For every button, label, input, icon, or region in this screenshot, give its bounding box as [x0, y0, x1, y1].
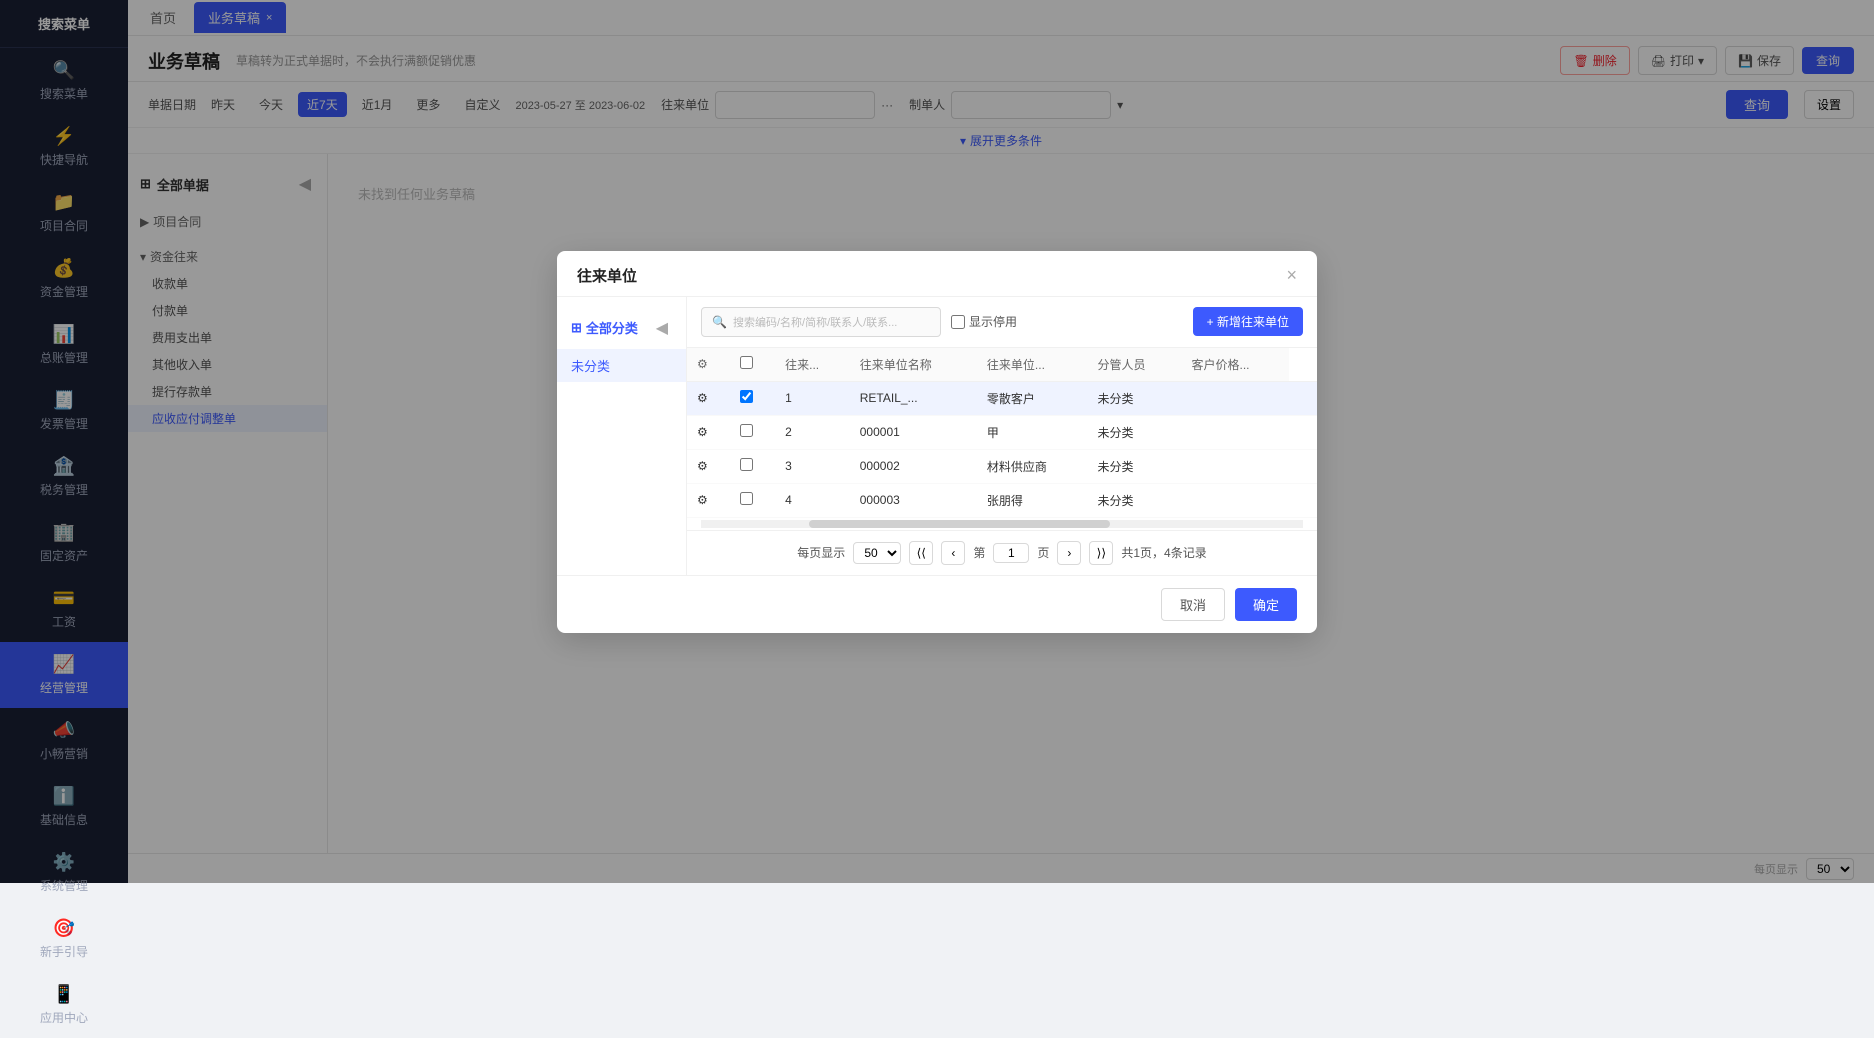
col-manager: 分管人员	[1087, 348, 1181, 382]
modal-sidebar-collapse-btn[interactable]: ◀	[652, 314, 672, 342]
row-price	[1289, 449, 1317, 483]
row-id: 3	[775, 449, 850, 483]
partner-modal: 往来单位 × ⊞ 全部分类 ◀ 未分类 🔍 搜索编码/名称/	[557, 251, 1317, 633]
cancel-button[interactable]: 取消	[1161, 588, 1225, 621]
modal-sidebar: ⊞ 全部分类 ◀ 未分类	[557, 297, 687, 575]
row-price	[1289, 483, 1317, 517]
col-settings: ⚙	[687, 348, 730, 382]
row-code: RETAIL_...	[850, 381, 977, 415]
row-name: 甲	[977, 415, 1088, 449]
row-checkbox[interactable]	[730, 381, 776, 415]
row-category: 未分类	[1087, 381, 1181, 415]
add-partner-button[interactable]: + 新增往来单位	[1193, 307, 1303, 336]
table-row[interactable]: ⚙ 4 000003 张朋得 未分类	[687, 483, 1317, 517]
row-category: 未分类	[1087, 449, 1181, 483]
row-select-checkbox[interactable]	[740, 458, 753, 471]
modal-title: 往来单位	[577, 265, 637, 286]
show-disabled-label: 显示停用	[969, 313, 1017, 330]
row-select-checkbox[interactable]	[740, 390, 753, 403]
select-all-checkbox[interactable]	[740, 356, 753, 369]
table-body: ⚙ 1 RETAIL_... 零散客户 未分类 ⚙ 2 000001 甲 未分类…	[687, 381, 1317, 517]
page-size-label: 每页显示	[797, 544, 845, 561]
modal-overlay: 往来单位 × ⊞ 全部分类 ◀ 未分类 🔍 搜索编码/名称/	[0, 0, 1874, 883]
search-icon: 🔍	[712, 315, 727, 329]
table-row[interactable]: ⚙ 1 RETAIL_... 零散客户 未分类	[687, 381, 1317, 415]
total-info: 共1页，4条记录	[1121, 544, 1206, 561]
row-manager	[1181, 483, 1289, 517]
table-row[interactable]: ⚙ 2 000001 甲 未分类	[687, 415, 1317, 449]
prev-page-btn[interactable]: ‹	[941, 541, 965, 565]
modal-close-button[interactable]: ×	[1286, 266, 1297, 284]
row-price	[1289, 415, 1317, 449]
row-settings: ⚙	[687, 381, 730, 415]
confirm-button[interactable]: 确定	[1235, 588, 1297, 621]
row-select-checkbox[interactable]	[740, 492, 753, 505]
apps-icon: 📱	[53, 984, 75, 1005]
page-word-before: 第	[973, 544, 985, 561]
modal-sidebar-title: 全部分类	[586, 318, 638, 337]
show-disabled-group: 显示停用	[951, 313, 1017, 330]
grid-icon: ⊞	[571, 320, 582, 336]
row-category: 未分类	[1087, 483, 1181, 517]
table-row[interactable]: ⚙ 3 000002 材料供应商 未分类	[687, 449, 1317, 483]
sidebar-item-label: 新手引导	[40, 943, 88, 960]
horizontal-scrollbar[interactable]	[701, 520, 1303, 528]
row-settings: ⚙	[687, 449, 730, 483]
row-id: 2	[775, 415, 850, 449]
sidebar-item-label: 应用中心	[40, 1009, 88, 1026]
modal-toolbar: 🔍 搜索编码/名称/简称/联系人/联系... 显示停用 + 新增往来单位	[687, 297, 1317, 348]
row-id: 1	[775, 381, 850, 415]
col-price: 客户价格...	[1181, 348, 1289, 382]
row-manager	[1181, 449, 1289, 483]
modal-footer: 取消 确定	[557, 575, 1317, 633]
col-name: 往来单位名称	[850, 348, 977, 382]
row-name: 材料供应商	[977, 449, 1088, 483]
row-id: 4	[775, 483, 850, 517]
row-checkbox[interactable]	[730, 415, 776, 449]
row-checkbox[interactable]	[730, 449, 776, 483]
row-code: 000001	[850, 415, 977, 449]
scrollbar-thumb	[809, 520, 1110, 528]
row-checkbox[interactable]	[730, 483, 776, 517]
current-page-input[interactable]: 1	[993, 543, 1029, 563]
guide-icon: 🎯	[53, 918, 75, 939]
show-disabled-checkbox[interactable]	[951, 315, 965, 329]
modal-body: ⊞ 全部分类 ◀ 未分类 🔍 搜索编码/名称/简称/联系人/联系...	[557, 297, 1317, 575]
row-manager	[1181, 381, 1289, 415]
col-checkbox	[730, 348, 776, 382]
row-select-checkbox[interactable]	[740, 424, 753, 437]
search-placeholder: 搜索编码/名称/简称/联系人/联系...	[733, 314, 897, 330]
row-code: 000002	[850, 449, 977, 483]
page-word: 页	[1037, 544, 1049, 561]
modal-sidebar-item-uncategorized[interactable]: 未分类	[557, 349, 686, 382]
row-manager	[1181, 415, 1289, 449]
row-price	[1289, 381, 1317, 415]
col-code: 往来...	[775, 348, 850, 382]
modal-search-box[interactable]: 🔍 搜索编码/名称/简称/联系人/联系...	[701, 307, 941, 337]
partner-table: ⚙ 往来... 往来单位名称 往来单位... 分管人员 客户价格... ⚙	[687, 348, 1317, 518]
page-size-select[interactable]: 50	[853, 542, 901, 564]
col-category: 往来单位...	[977, 348, 1088, 382]
row-code: 000003	[850, 483, 977, 517]
sidebar-item-guide[interactable]: 🎯 新手引导	[0, 906, 128, 972]
row-settings: ⚙	[687, 483, 730, 517]
modal-sidebar-header: ⊞ 全部分类 ◀	[557, 307, 686, 349]
last-page-btn[interactable]: ⟩⟩	[1089, 541, 1113, 565]
row-category: 未分类	[1087, 415, 1181, 449]
table-header: ⚙ 往来... 往来单位名称 往来单位... 分管人员 客户价格...	[687, 348, 1317, 382]
modal-header: 往来单位 ×	[557, 251, 1317, 297]
row-name: 零散客户	[977, 381, 1088, 415]
row-settings: ⚙	[687, 415, 730, 449]
sidebar-item-apps[interactable]: 📱 应用中心	[0, 972, 128, 1038]
row-name: 张朋得	[977, 483, 1088, 517]
first-page-btn[interactable]: ⟨⟨	[909, 541, 933, 565]
table-scroll-wrapper: ⚙ 往来... 往来单位名称 往来单位... 分管人员 客户价格... ⚙	[687, 348, 1317, 518]
modal-pagination: 每页显示 50 ⟨⟨ ‹ 第 1 页 › ⟩⟩ 共1页，4条记录	[687, 530, 1317, 575]
modal-content-area: 🔍 搜索编码/名称/简称/联系人/联系... 显示停用 + 新增往来单位	[687, 297, 1317, 575]
next-page-btn[interactable]: ›	[1057, 541, 1081, 565]
